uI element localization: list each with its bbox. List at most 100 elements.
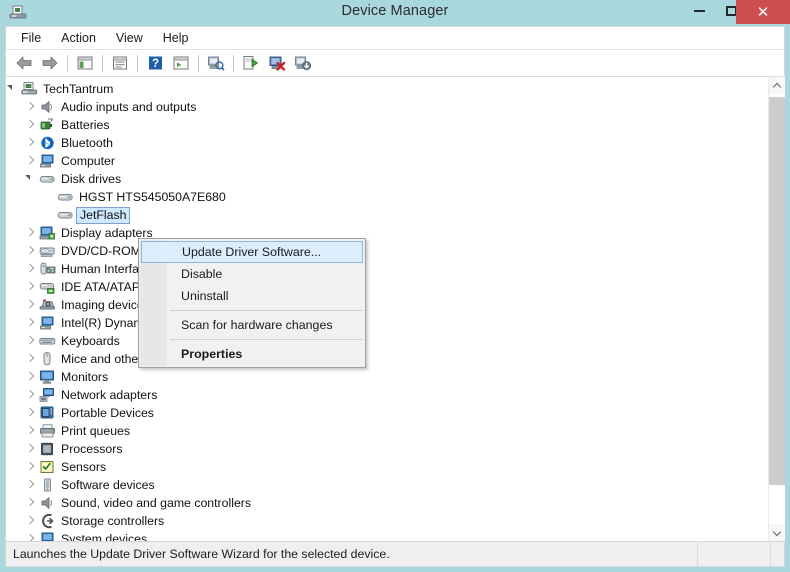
tree-collapse-arrow-icon[interactable] xyxy=(24,476,36,494)
tree-collapse-arrow-icon[interactable] xyxy=(24,494,36,512)
tree-collapse-arrow-icon[interactable] xyxy=(24,296,36,314)
tree-collapse-arrow-icon[interactable] xyxy=(24,314,36,332)
toolbar-separator xyxy=(137,54,138,72)
tree-row[interactable]: Human Interface Devices xyxy=(6,260,768,278)
tree-collapse-arrow-icon[interactable] xyxy=(24,116,36,134)
help-icon[interactable]: ? xyxy=(143,52,167,75)
tree-row[interactable]: Display adapters xyxy=(6,224,768,242)
scroll-up-button[interactable] xyxy=(769,77,785,94)
tree-collapse-arrow-icon[interactable] xyxy=(24,134,36,152)
tree-collapse-arrow-icon[interactable] xyxy=(24,278,36,296)
tree-expand-arrow-icon[interactable] xyxy=(24,170,36,188)
tree-row[interactable]: Print queues xyxy=(6,422,768,440)
tree-collapse-arrow-icon[interactable] xyxy=(24,458,36,476)
scrollbar-thumb[interactable] xyxy=(769,97,785,485)
update-driver-software-icon[interactable] xyxy=(239,52,263,75)
software-device-icon xyxy=(39,477,56,493)
tree-collapse-arrow-icon[interactable] xyxy=(24,368,36,386)
tree-row-label: Network adapters xyxy=(61,388,158,402)
tree-row[interactable]: Intel(R) Dynamic Platform and Thermal Fr… xyxy=(6,314,768,332)
tree-collapse-arrow-icon[interactable] xyxy=(24,242,36,260)
tree-row-label: Sensors xyxy=(61,460,107,474)
tree-row[interactable]: Storage controllers xyxy=(6,512,768,530)
status-pane-divider xyxy=(697,543,698,566)
tree-collapse-arrow-icon[interactable] xyxy=(24,350,36,368)
network-adapter-icon xyxy=(39,387,56,403)
context-menu-item[interactable]: Uninstall xyxy=(141,285,363,307)
tree-row[interactable]: Computer xyxy=(6,152,768,170)
tree-expand-arrow-icon[interactable] xyxy=(6,80,18,98)
storage-controller-icon xyxy=(39,513,56,529)
menu-file[interactable]: File xyxy=(12,28,50,48)
context-menu-item[interactable]: Scan for hardware changes xyxy=(141,314,363,336)
tree-collapse-arrow-icon[interactable] xyxy=(24,332,36,350)
tree-row-label: Computer xyxy=(61,154,115,168)
context-menu-item[interactable]: Properties xyxy=(141,343,363,365)
tree-row[interactable]: Software devices xyxy=(6,476,768,494)
tree-row[interactable]: Sensors xyxy=(6,458,768,476)
battery-icon xyxy=(39,117,56,133)
tree-collapse-arrow-icon[interactable] xyxy=(24,98,36,116)
properties-icon[interactable] xyxy=(108,52,132,75)
tree-collapse-arrow-icon[interactable] xyxy=(24,224,36,242)
tree-row[interactable]: Audio inputs and outputs xyxy=(6,98,768,116)
tree-collapse-arrow-icon[interactable] xyxy=(24,386,36,404)
menu-action[interactable]: Action xyxy=(52,28,105,48)
speaker-icon xyxy=(39,99,56,115)
context-menu[interactable]: Update Driver Software... Disable Uninstal… xyxy=(138,238,366,368)
tree-row[interactable]: Batteries xyxy=(6,116,768,134)
tree-collapse-arrow-icon[interactable] xyxy=(24,530,36,541)
tree-row[interactable]: Bluetooth xyxy=(6,134,768,152)
tree-collapse-arrow-icon[interactable] xyxy=(24,440,36,458)
close-button[interactable]: ✕ xyxy=(736,0,790,24)
toolbar-separator xyxy=(102,54,103,72)
tree-row[interactable]: System devices xyxy=(6,530,768,541)
menu-help[interactable]: Help xyxy=(154,28,198,48)
context-menu-item[interactable]: Update Driver Software... xyxy=(141,241,363,263)
uninstall-device-icon[interactable] xyxy=(265,52,289,75)
chevron-right-icon xyxy=(26,499,35,508)
tree-row[interactable]: Keyboards xyxy=(6,332,768,350)
tree-collapse-arrow-icon[interactable] xyxy=(24,404,36,422)
tree-row[interactable]: IDE ATA/ATAPI controllers xyxy=(6,278,768,296)
tree-row[interactable]: Portable Devices xyxy=(6,404,768,422)
chevron-right-icon xyxy=(26,355,35,364)
show-hide-action-pane-icon[interactable] xyxy=(169,52,193,75)
tree-collapse-arrow-icon[interactable] xyxy=(24,422,36,440)
vertical-scrollbar[interactable] xyxy=(768,77,785,541)
tree-row-label: Audio inputs and outputs xyxy=(61,100,197,114)
disable-device-icon[interactable] xyxy=(291,52,315,75)
tree-row[interactable]: JetFlash xyxy=(6,206,768,224)
portable-device-icon xyxy=(39,405,56,421)
triangle-down-icon xyxy=(25,174,35,184)
tree-row[interactable]: Monitors xyxy=(6,368,768,386)
tree-collapse-arrow-icon[interactable] xyxy=(24,260,36,278)
tree-row-label: Processors xyxy=(61,442,123,456)
tree-row[interactable]: Sound, video and game controllers xyxy=(6,494,768,512)
back-icon[interactable] xyxy=(12,52,36,75)
minimize-button[interactable] xyxy=(684,0,714,22)
close-icon: ✕ xyxy=(756,3,770,21)
scan-for-hardware-changes-icon[interactable] xyxy=(204,52,228,75)
tree-collapse-arrow-icon[interactable] xyxy=(24,512,36,530)
forward-icon[interactable] xyxy=(38,52,62,75)
scroll-down-button[interactable] xyxy=(769,524,785,541)
show-hide-console-tree-icon[interactable] xyxy=(73,52,97,75)
device-tree[interactable]: TechTantrum Audio inputs and outputs Batte… xyxy=(6,77,784,541)
menu-view[interactable]: View xyxy=(107,28,152,48)
tree-row[interactable]: HGST HTS545050A7E680 xyxy=(6,188,768,206)
tree-row[interactable]: Network adapters xyxy=(6,386,768,404)
tree-row[interactable]: Processors xyxy=(6,440,768,458)
tree-row[interactable]: Disk drives xyxy=(6,170,768,188)
device-manager-window: Device Manager ✕ File Action View Help ?… xyxy=(0,0,790,572)
tree-row[interactable]: Mice and other pointing devices xyxy=(6,350,768,368)
tree-row[interactable]: DVD/CD-ROM drives xyxy=(6,242,768,260)
context-menu-item[interactable]: Disable xyxy=(141,263,363,285)
tree-row-label: Disk drives xyxy=(61,172,122,186)
tree-row-label: Storage controllers xyxy=(61,514,165,528)
tree-row[interactable]: Imaging devices xyxy=(6,296,768,314)
tree-row[interactable]: TechTantrum xyxy=(6,80,768,98)
tree-collapse-arrow-icon[interactable] xyxy=(24,152,36,170)
scrollbar-track[interactable] xyxy=(769,94,785,524)
maximize-icon xyxy=(725,6,737,16)
